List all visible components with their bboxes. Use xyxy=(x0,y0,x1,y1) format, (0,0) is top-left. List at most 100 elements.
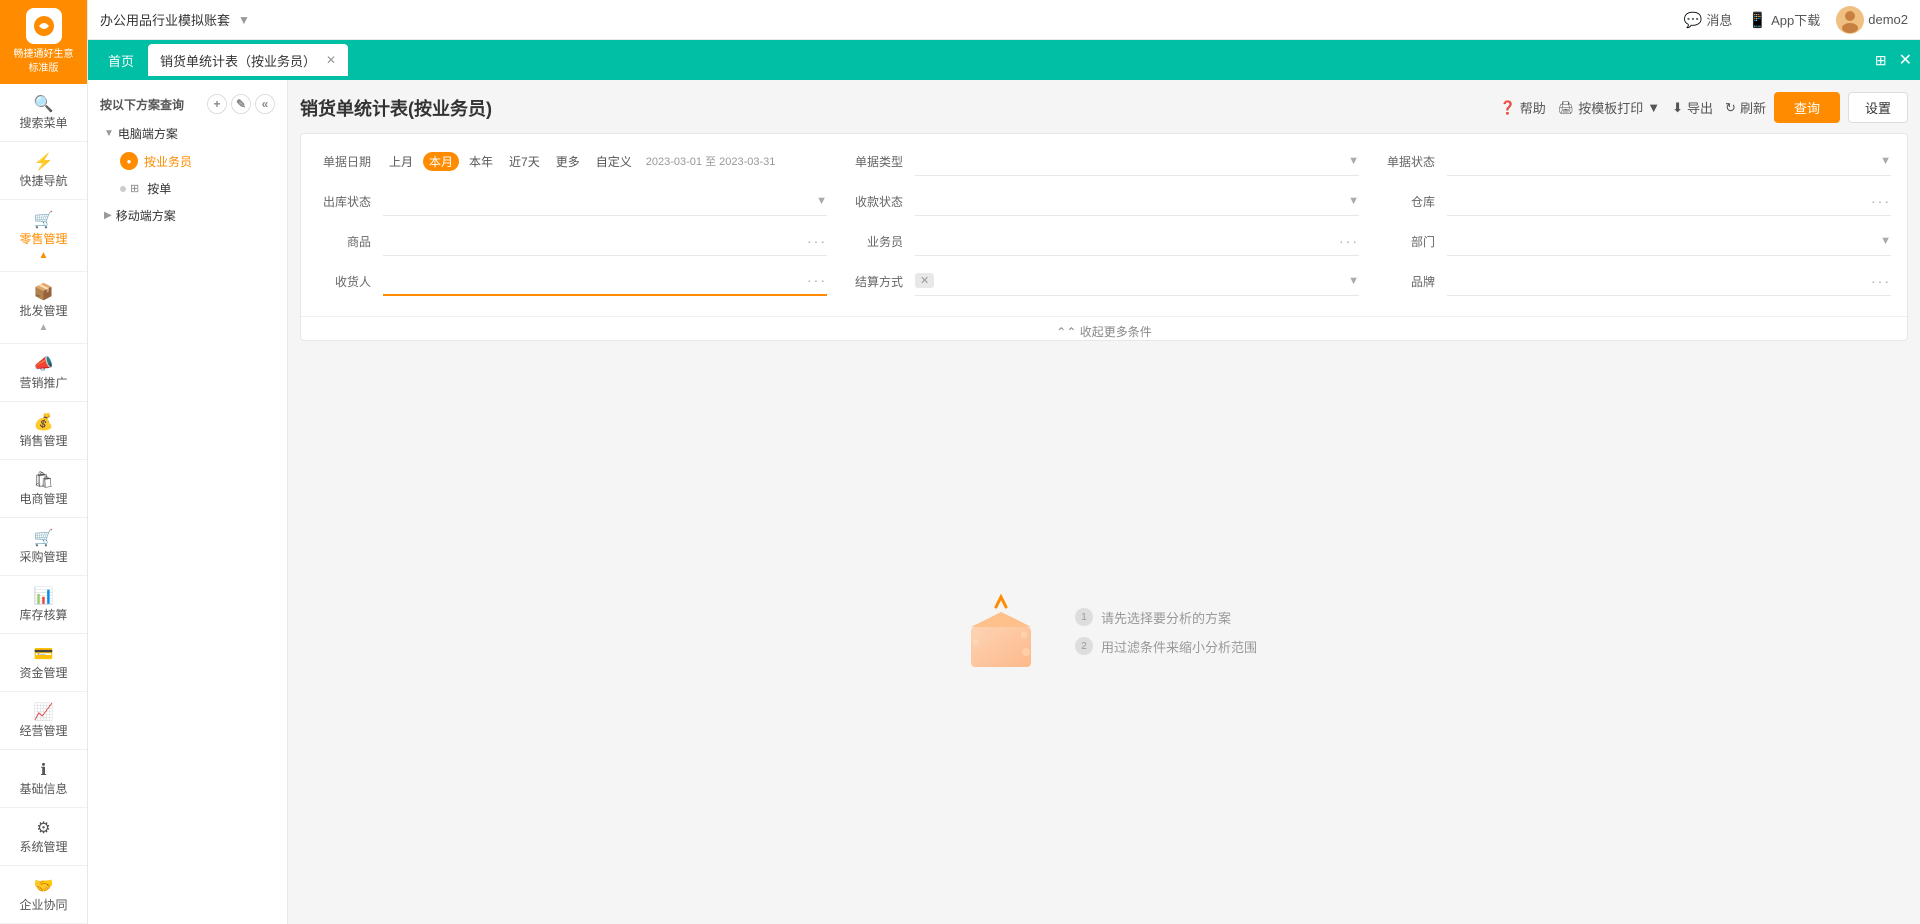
main-area: 办公用品行业模拟账套 ▼ 💬 消息 📱 App下载 de xyxy=(88,0,1920,924)
settlement-control[interactable]: ✕ ▼ xyxy=(915,266,1359,296)
export-icon: ⬇ xyxy=(1672,100,1683,116)
sidebar-item-basic[interactable]: ℹ 基础信息 xyxy=(0,750,87,808)
top-header: 办公用品行业模拟账套 ▼ 💬 消息 📱 App下载 de xyxy=(88,0,1920,40)
tab-home[interactable]: 首页 xyxy=(96,44,146,76)
tree-group-mobile[interactable]: ▶ 移动端方案 xyxy=(88,202,287,229)
tree-collapse-icon: ▶ xyxy=(104,210,112,221)
sidebar-item-ecommerce[interactable]: 🛍 电商管理 xyxy=(0,460,87,518)
date-custom-btn[interactable]: 自定义 xyxy=(590,152,638,171)
left-panel-actions: + ✎ « xyxy=(207,94,275,114)
stock-status-control[interactable]: ▼ xyxy=(383,186,827,216)
query-button[interactable]: 查询 xyxy=(1774,92,1840,123)
sidebar-item-marketing[interactable]: 📣 营销推广 xyxy=(0,344,87,402)
brand-control[interactable]: ··· xyxy=(1447,266,1891,296)
payment-status-arrow: ▼ xyxy=(1348,195,1359,207)
settlement-tag-close[interactable]: ✕ xyxy=(920,274,929,287)
setting-button[interactable]: 设置 xyxy=(1848,92,1908,123)
sidebar-item-search[interactable]: 🔍 搜索菜单 xyxy=(0,84,87,142)
doc-status-control[interactable]: ▼ xyxy=(1447,146,1891,176)
doc-type-label: 单据类型 xyxy=(839,153,903,170)
app-download-btn[interactable]: 📱 App下载 xyxy=(1748,10,1820,29)
refresh-label: 刷新 xyxy=(1740,98,1766,117)
salesperson-dots: ··· xyxy=(1339,233,1359,249)
tree-item-by-order[interactable]: ⊞ 按单 xyxy=(88,175,287,202)
stock-status-arrow: ▼ xyxy=(816,195,827,207)
tab-close-icon[interactable]: ✕ xyxy=(326,53,336,67)
tab-maximize-btn[interactable]: ⊞ xyxy=(1867,48,1895,73)
date-this-month-btn[interactable]: 本月 xyxy=(423,152,459,171)
sidebar-sales-label: 销售管理 xyxy=(4,432,83,449)
sidebar-finance-label: 资金管理 xyxy=(4,664,83,681)
sidebar-item-system[interactable]: ⚙ 系统管理 xyxy=(0,808,87,866)
right-panel: 销货单统计表(按业务员) ❓ 帮助 🖨 按模板打印 ▼ ⬇ xyxy=(288,80,1920,924)
logo-area[interactable]: 畅捷通好生意 标准版 xyxy=(0,0,87,84)
sidebar-item-operations[interactable]: 📈 经营管理 xyxy=(0,692,87,750)
sidebar-item-sales[interactable]: 💰 销售管理 xyxy=(0,402,87,460)
tree-item-by-salesperson[interactable]: ● 按业务员 xyxy=(88,147,287,175)
sidebar-purchase-label: 采购管理 xyxy=(4,548,83,565)
goods-control[interactable]: ··· xyxy=(383,226,827,256)
mobile-icon: 📱 xyxy=(1748,11,1767,29)
sidebar-item-shortcut[interactable]: ⚡ 快捷导航 xyxy=(0,142,87,200)
sidebar-item-enterprise[interactable]: 🤝 企业协同 xyxy=(0,866,87,924)
date-last-month-btn[interactable]: 上月 xyxy=(383,152,419,171)
sidebar-shortcut-label: 快捷导航 xyxy=(4,172,83,189)
left-panel-title: 按以下方案查询 xyxy=(100,96,184,113)
sidebar-item-wholesale[interactable]: 📦 批发管理 ▲ xyxy=(0,272,87,344)
app-download-label: App下载 xyxy=(1771,10,1820,29)
sidebar-item-retail[interactable]: 🛒 零售管理 ▲ xyxy=(0,200,87,272)
date-range-display: 2023-03-01 至 2023-03-31 xyxy=(646,153,776,169)
tab-sales-stat[interactable]: 销货单统计表（按业务员） ✕ xyxy=(148,44,348,76)
settlement-label: 结算方式 xyxy=(839,273,903,290)
date-more-btn[interactable]: 更多 xyxy=(550,152,586,171)
print-dropdown-icon[interactable]: ▼ xyxy=(1647,100,1660,115)
messages-btn[interactable]: 💬 消息 xyxy=(1684,10,1733,29)
payment-status-control[interactable]: ▼ xyxy=(915,186,1359,216)
filter-row-4: 收货人 ··· 结算方式 ✕ ▼ 品牌 ··· xyxy=(317,266,1891,296)
tree-order-label: 按单 xyxy=(147,180,171,197)
date-7days-btn[interactable]: 近7天 xyxy=(503,152,546,171)
user-profile-btn[interactable]: demo2 xyxy=(1836,6,1908,34)
sidebar-item-finance[interactable]: 💳 资金管理 xyxy=(0,634,87,692)
header-title: 办公用品行业模拟账套 xyxy=(100,10,230,29)
empty-illustration xyxy=(951,582,1051,682)
messages-label: 消息 xyxy=(1706,10,1732,29)
salesperson-label: 业务员 xyxy=(839,233,903,250)
tree-dot-icon: ● xyxy=(120,152,138,170)
recipient-label: 收货人 xyxy=(317,273,371,290)
recipient-control[interactable]: ··· xyxy=(383,266,827,296)
sidebar-item-purchase[interactable]: 🛒 采购管理 xyxy=(0,518,87,576)
brand-dots: ··· xyxy=(1871,273,1891,289)
help-btn[interactable]: ❓ 帮助 xyxy=(1500,98,1546,117)
window-close-btn[interactable]: ✕ xyxy=(1899,50,1912,70)
tip-2-text: 用过滤条件来缩小分析范围 xyxy=(1101,637,1257,656)
export-btn[interactable]: ⬇ 导出 xyxy=(1672,98,1713,117)
sidebar-search-label: 搜索菜单 xyxy=(4,114,83,131)
sidebar-operations-label: 经营管理 xyxy=(4,722,83,739)
doc-type-control[interactable]: ▼ xyxy=(915,146,1359,176)
sidebar-retail-label: 零售管理 xyxy=(4,230,83,247)
payment-status-label: 收款状态 xyxy=(839,193,903,210)
refresh-btn[interactable]: ↻ 刷新 xyxy=(1725,98,1766,117)
edit-scheme-btn[interactable]: ✎ xyxy=(231,94,251,114)
sidebar-item-inventory[interactable]: 📊 库存核算 xyxy=(0,576,87,634)
empty-tip-1: 1 请先选择要分析的方案 xyxy=(1075,608,1257,627)
goods-dots: ··· xyxy=(807,233,827,249)
collapse-panel-btn[interactable]: « xyxy=(255,94,275,114)
warehouse-dots: ··· xyxy=(1871,193,1891,209)
tree-group-desktop[interactable]: ▼ 电脑端方案 xyxy=(88,120,287,147)
print-btn[interactable]: 🖨 按模板打印 ▼ xyxy=(1558,98,1660,117)
department-control[interactable]: ▼ xyxy=(1447,226,1891,256)
filter-row-2: 出库状态 ▼ 收款状态 ▼ 仓库 ··· xyxy=(317,186,1891,216)
salesperson-control[interactable]: ··· xyxy=(915,226,1359,256)
header-dropdown-icon[interactable]: ▼ xyxy=(238,13,250,27)
add-scheme-btn[interactable]: + xyxy=(207,94,227,114)
warehouse-control[interactable]: ··· xyxy=(1447,186,1891,216)
logo-text: 畅捷通好生意 标准版 xyxy=(4,48,83,76)
sidebar-inventory-label: 库存核算 xyxy=(4,606,83,623)
date-this-year-btn[interactable]: 本年 xyxy=(463,152,499,171)
sidebar-system-label: 系统管理 xyxy=(4,838,83,855)
collapse-bar[interactable]: ⌃⌃ 收起更多条件 xyxy=(301,316,1907,340)
tree-group-desktop-label: 电脑端方案 xyxy=(118,125,178,142)
header-right: 💬 消息 📱 App下载 demo2 xyxy=(1684,6,1908,34)
